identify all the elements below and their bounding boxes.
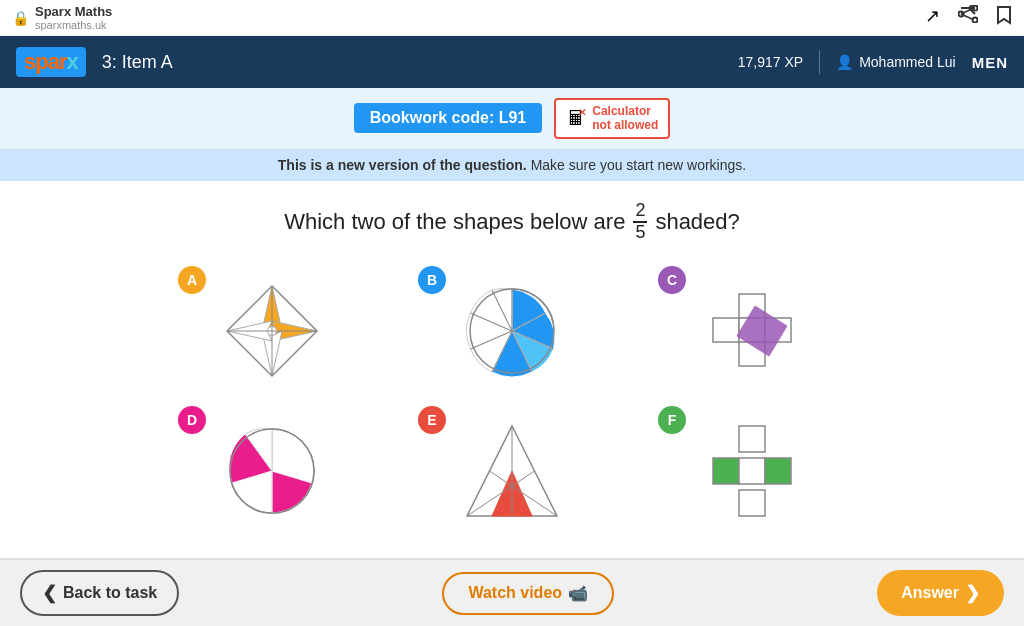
shape-b[interactable]: B [402, 266, 622, 386]
shape-a[interactable]: A [162, 266, 382, 386]
svg-rect-38 [765, 458, 791, 484]
navbar-right: 17,917 XP 👤 Mohammed Lui MEN [738, 50, 1008, 74]
main-content: Which two of the shapes below are 2 5 sh… [0, 181, 1024, 581]
shapes-grid: A B [162, 266, 862, 526]
calculator-status: Calculator not allowed [592, 104, 658, 133]
shape-label-d: D [178, 406, 206, 434]
lock-icon: 🔒 [12, 10, 29, 26]
shape-e[interactable]: E [402, 406, 622, 526]
fraction: 2 5 [633, 201, 647, 243]
question-part2: shaded? [655, 209, 739, 235]
arrow-left-icon: ❮ [42, 582, 57, 604]
shape-f[interactable]: F [642, 406, 862, 526]
info-bar: This is a new version of the question. M… [0, 149, 1024, 181]
shape-label-b: B [418, 266, 446, 294]
user-icon: 👤 [836, 54, 853, 70]
svg-rect-23 [713, 318, 739, 342]
status-bar: 🔒 Sparx Maths sparxmaths.uk ↗ [0, 0, 1024, 36]
shape-c-svg [697, 276, 807, 386]
arrow-right-icon: ❯ [965, 582, 980, 604]
navbar-left: sparx 3: Item A [16, 47, 173, 77]
shape-e-svg [457, 416, 567, 526]
app-url: sparxmaths.uk [35, 19, 112, 31]
svg-rect-35 [739, 426, 765, 452]
svg-rect-39 [739, 490, 765, 516]
bookmark-icon[interactable] [996, 5, 1012, 30]
video-icon: 📹 [568, 584, 588, 603]
svg-point-2 [973, 18, 978, 23]
xp-display: 17,917 XP [738, 54, 803, 70]
back-to-task-button[interactable]: ❮ Back to task [20, 570, 179, 616]
share-icon[interactable]: ↗ [925, 5, 940, 30]
sparx-logo: sparx [16, 47, 86, 77]
menu-button[interactable]: MEN [972, 54, 1008, 71]
bottom-bar: ❮ Back to task Watch video 📹 Answer ❯ [0, 558, 1024, 626]
question-text: Which two of the shapes below are 2 5 sh… [20, 201, 1004, 243]
shape-d[interactable]: D [162, 406, 382, 526]
navbar: sparx 3: Item A 17,917 XP 👤 Mohammed Lui… [0, 36, 1024, 88]
shape-d-svg [217, 416, 327, 526]
status-bar-right: ↗ [925, 5, 1012, 30]
svg-rect-37 [739, 458, 765, 484]
svg-rect-36 [713, 458, 739, 484]
info-bold: This is a new version of the question. [278, 157, 527, 173]
answer-button[interactable]: Answer ❯ [877, 570, 1004, 616]
shape-f-svg [697, 416, 807, 526]
shape-a-svg [217, 276, 327, 386]
user-info: 👤 Mohammed Lui [836, 54, 956, 70]
watch-video-label: Watch video [468, 584, 562, 602]
status-bar-left: 🔒 Sparx Maths sparxmaths.uk [12, 4, 112, 31]
shape-b-svg [457, 276, 567, 386]
bookwork-code: Bookwork code: L91 [354, 103, 542, 133]
shape-label-c: C [658, 266, 686, 294]
shape-c[interactable]: C [642, 266, 862, 386]
shape-label-a: A [178, 266, 206, 294]
fraction-numerator: 2 [633, 201, 647, 223]
user-name: Mohammed Lui [859, 54, 956, 70]
fraction-denominator: 5 [633, 223, 647, 243]
answer-label: Answer [901, 584, 959, 602]
question-part1: Which two of the shapes below are [284, 209, 625, 235]
app-name: Sparx Maths [35, 4, 112, 19]
share-icon2[interactable] [958, 5, 978, 30]
shape-label-e: E [418, 406, 446, 434]
bookwork-bar: Bookwork code: L91 🖩 ✕ Calculator not al… [0, 88, 1024, 149]
shape-label-f: F [658, 406, 686, 434]
calculator-icon: 🖩 ✕ [566, 107, 586, 130]
calculator-badge: 🖩 ✕ Calculator not allowed [554, 98, 670, 139]
navbar-title: 3: Item A [102, 52, 173, 73]
back-button-label: Back to task [63, 584, 157, 602]
watch-video-button[interactable]: Watch video 📹 [442, 572, 614, 615]
nav-divider [819, 50, 820, 74]
info-normal: Make sure you start new workings. [527, 157, 746, 173]
